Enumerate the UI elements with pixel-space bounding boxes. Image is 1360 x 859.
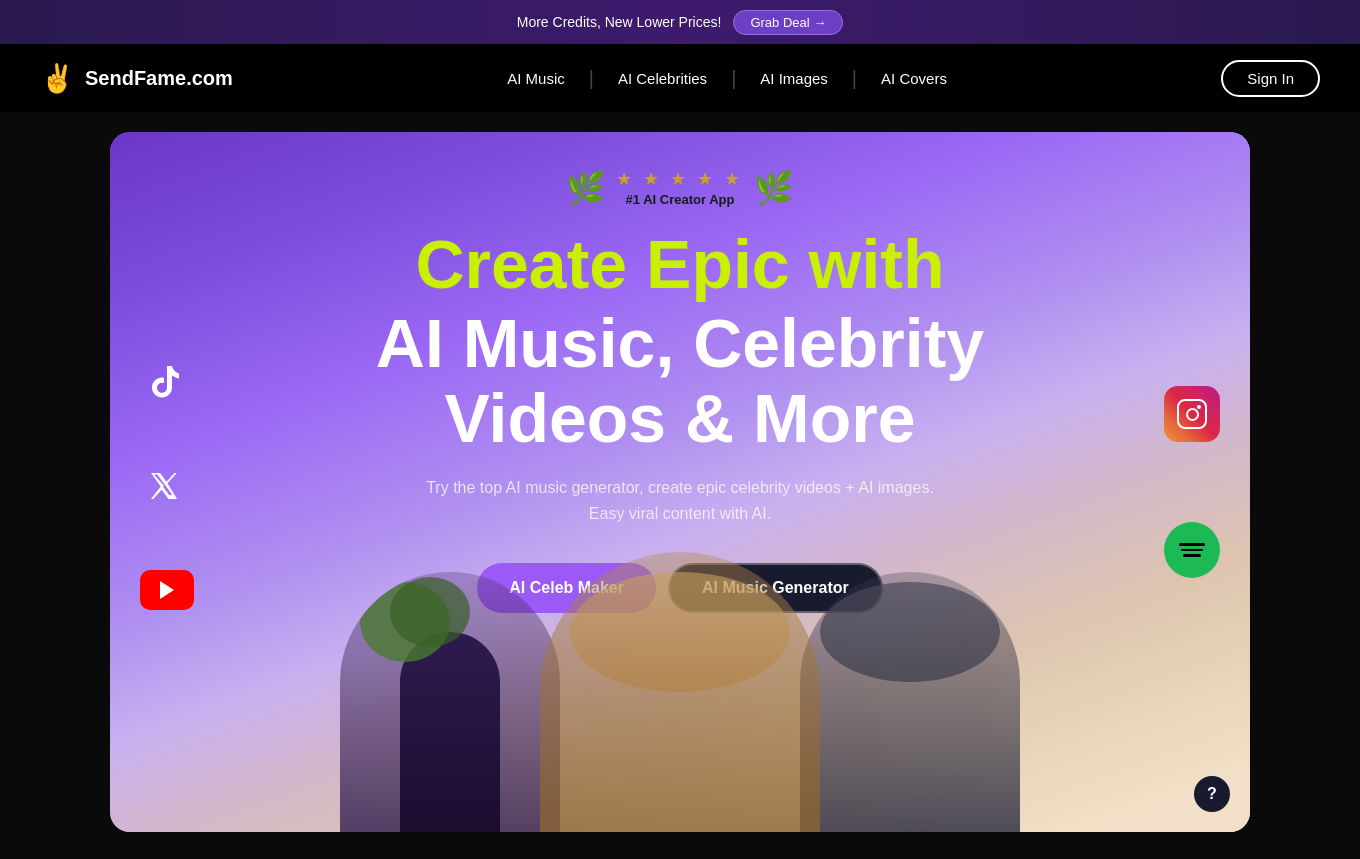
hero-content: 🌿 ★ ★ ★ ★ ★ #1 AI Creator App 🌿 Create E… — [110, 132, 1250, 613]
stars-text: ★ ★ ★ ★ ★ #1 AI Creator App — [616, 168, 743, 207]
logo-text: SendFame.com — [85, 67, 233, 90]
main-content: 🌿 ★ ★ ★ ★ ★ #1 AI Creator App 🌿 Create E… — [0, 112, 1360, 859]
banner-text: More Credits, New Lower Prices! — [517, 14, 722, 30]
hero-title-epic: Create Epic with — [415, 227, 944, 302]
stars-row: ★ ★ ★ ★ ★ — [616, 168, 743, 190]
logo-icon: ✌️ — [40, 62, 75, 95]
spotify-bar-2 — [1181, 549, 1203, 552]
sign-in-button[interactable]: Sign In — [1221, 60, 1320, 97]
badge-label: #1 AI Creator App — [626, 192, 735, 207]
laurel-left: 🌿 — [566, 169, 606, 207]
hero-title-main-1: AI Music, Celebrity — [376, 306, 984, 381]
hero-title-main-2: Videos & More — [444, 381, 915, 456]
celeb-left-hair2 — [390, 577, 470, 647]
grab-deal-button[interactable]: Grab Deal → — [733, 10, 843, 35]
instagram-icon[interactable] — [1164, 386, 1220, 442]
social-icons-right — [1164, 132, 1220, 832]
instagram-circle — [1186, 408, 1199, 421]
celeb-right-figure — [800, 572, 1020, 832]
hero-subtitle: Try the top AI music generator, create e… — [426, 475, 934, 526]
spotify-bar-1 — [1179, 543, 1205, 546]
hero-subtitle-line1: Try the top AI music generator, create e… — [426, 479, 934, 496]
top-banner: More Credits, New Lower Prices! Grab Dea… — [0, 0, 1360, 44]
tiktok-icon[interactable] — [140, 354, 188, 402]
nav-item-ai-images[interactable]: AI Images — [736, 70, 852, 87]
social-icons-left — [140, 132, 194, 832]
navbar: ✌️ SendFame.com AI Music | AI Celebritie… — [0, 44, 1360, 112]
instagram-dot — [1197, 405, 1201, 409]
help-button[interactable]: ? — [1194, 776, 1230, 812]
celeb-left-figure — [340, 572, 560, 832]
spotify-bar-3 — [1183, 554, 1201, 557]
spotify-bars — [1179, 543, 1205, 557]
stars-badge: 🌿 ★ ★ ★ ★ ★ #1 AI Creator App 🌿 — [566, 168, 793, 207]
twitter-icon[interactable] — [140, 462, 188, 510]
hero-card: 🌿 ★ ★ ★ ★ ★ #1 AI Creator App 🌿 Create E… — [110, 132, 1250, 832]
spotify-icon[interactable] — [1164, 522, 1220, 578]
youtube-play-triangle — [160, 581, 174, 599]
nav-item-ai-covers[interactable]: AI Covers — [857, 70, 971, 87]
nav-item-ai-music[interactable]: AI Music — [483, 70, 589, 87]
nav-links: AI Music | AI Celebrities | AI Images | … — [483, 67, 971, 90]
instagram-inner — [1177, 399, 1207, 429]
celeb-right-hair — [820, 582, 1000, 682]
nav-item-ai-celebrities[interactable]: AI Celebrities — [594, 70, 731, 87]
youtube-icon[interactable] — [140, 570, 194, 610]
laurel-right: 🌿 — [754, 169, 794, 207]
logo[interactable]: ✌️ SendFame.com — [40, 62, 233, 95]
celeb-center-figure — [540, 552, 820, 832]
hero-subtitle-line2: Easy viral content with AI. — [589, 505, 771, 522]
celebrity-images — [110, 552, 1250, 832]
celeb-center-hair — [570, 572, 790, 692]
